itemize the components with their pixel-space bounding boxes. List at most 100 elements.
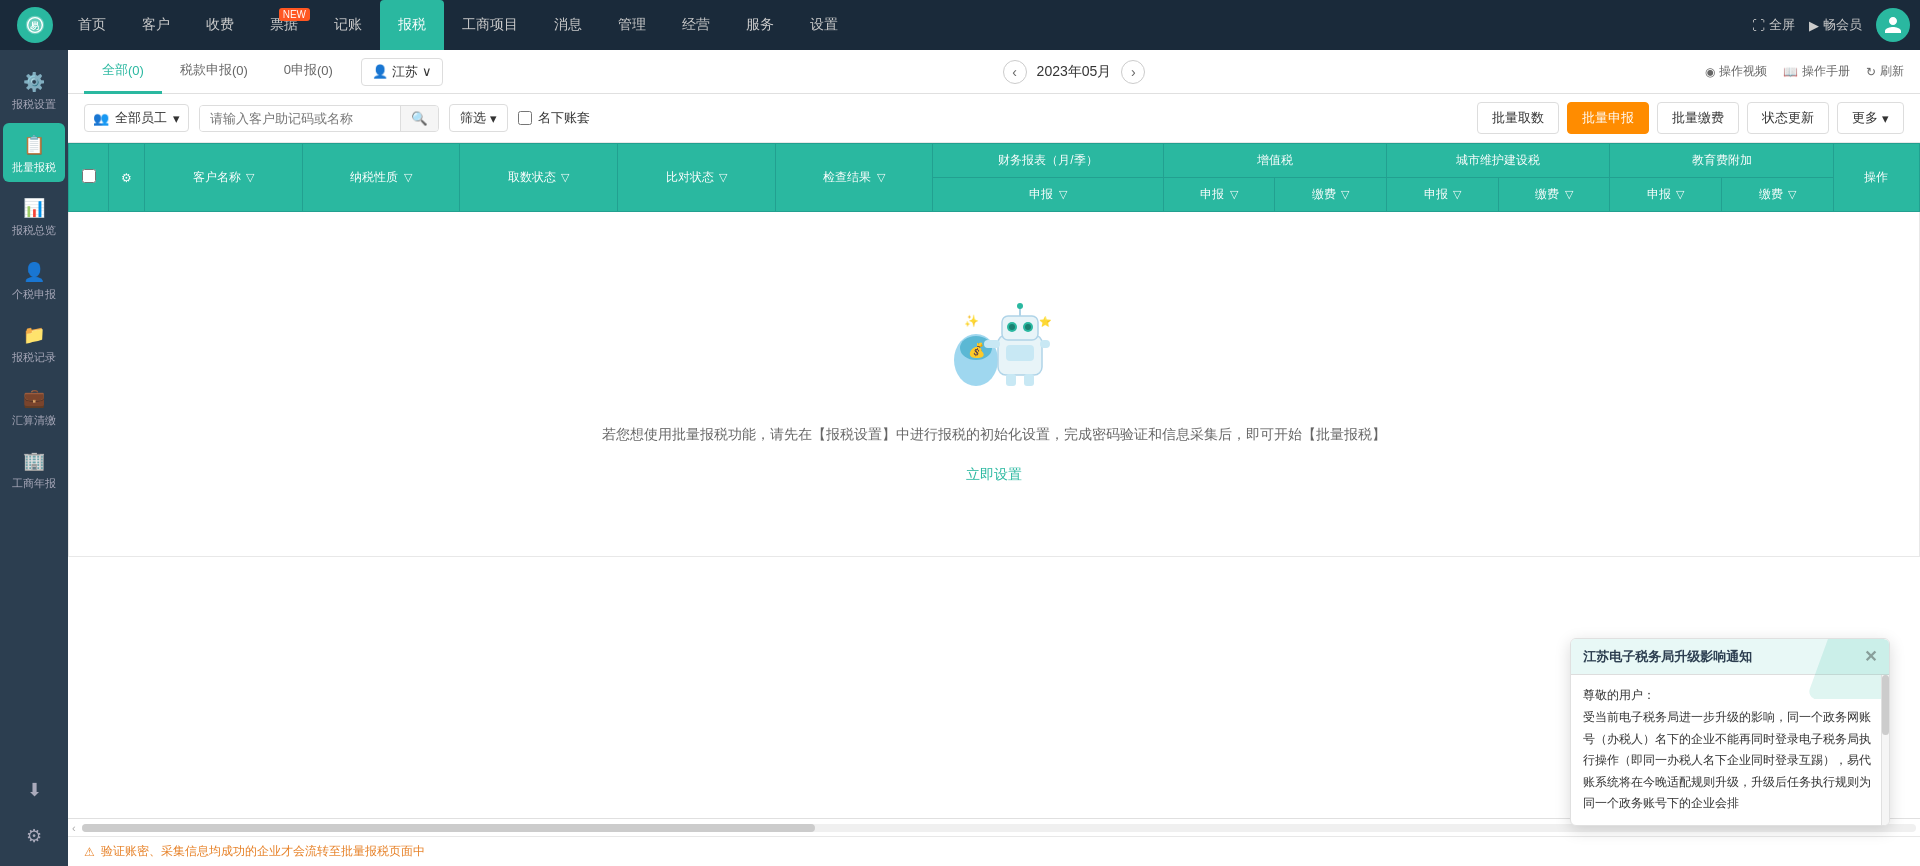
employee-filter[interactable]: 👥 全部员工 ▾ [84,104,189,132]
prev-month-btn[interactable]: ‹ [1003,60,1027,84]
svg-rect-16 [1006,374,1016,386]
logo[interactable]: 易 [10,0,60,50]
nav-home[interactable]: 首页 [60,0,124,50]
annual-settlement-icon: 💼 [22,386,46,410]
nav-settings[interactable]: 设置 [792,0,856,50]
customer-filter-icon[interactable]: ▽ [246,171,254,183]
search-wrapper: 🔍 [199,105,439,132]
vip-icon: ▶ [1809,18,1819,33]
nav-service[interactable]: 服务 [728,0,792,50]
fullscreen-btn[interactable]: ⛶ 全屏 [1752,16,1795,34]
sidebar-item-annual-report[interactable]: 🏢 工商年报 [3,439,65,498]
th-financial-report: 财务报表（月/季） [933,144,1163,178]
sidebar-item-tax-records[interactable]: 📁 报税记录 [3,313,65,372]
region-selector[interactable]: 👤 江苏 ∨ [361,58,443,86]
tab-tax-declare[interactable]: 税款申报 (0) [162,50,266,94]
select-all-checkbox[interactable] [82,169,96,183]
edu-declare-filter[interactable]: ▽ [1676,188,1684,200]
status-message: 验证账密、采集信息均成功的企业才会流转至批量报税页面中 [101,843,425,860]
sidebar-item-individual-tax[interactable]: 👤 个税申报 [3,250,65,309]
th-customer-name: 客户名称 ▽ [145,144,303,212]
scroll-left-arrow[interactable]: ‹ [72,822,76,834]
nav-invoice[interactable]: 票据 NEW [252,0,316,50]
th-education: 教育费附加 [1610,144,1833,178]
top-nav: 易 首页 客户 收费 票据 NEW 记账 报税 工商项目 消息 管理 [0,0,1920,50]
config-icon[interactable]: ⚙ [121,171,132,185]
status-bar: ⚠ 验证账密、采集信息均成功的企业才会流转至批量报税页面中 [68,836,1920,866]
tax-records-icon: 📁 [22,323,46,347]
sidebar-item-tax-settings[interactable]: ⚙️ 报税设置 [3,60,65,119]
nav-operation[interactable]: 经营 [664,0,728,50]
edu-pay-filter[interactable]: ▽ [1788,188,1796,200]
vat-pay-filter[interactable]: ▽ [1341,188,1349,200]
svg-rect-20 [1809,639,1889,699]
tab-bar: 全部 (0) 税款申报 (0) 0申报 (0) 👤 江苏 ∨ ‹ 2023年05… [68,50,1920,94]
nav-manage[interactable]: 管理 [600,0,664,50]
account-checkbox-label[interactable]: 名下账套 [518,109,590,127]
notif-scroll-thumb [1882,675,1889,735]
video-link[interactable]: ◉ 操作视频 [1705,63,1767,80]
individual-tax-icon: 👤 [22,260,46,284]
tab-all[interactable]: 全部 (0) [84,50,162,94]
svg-point-10 [1025,324,1031,330]
nav-customer[interactable]: 客户 [124,0,188,50]
manual-icon: 📖 [1783,65,1798,79]
taxtype-filter-icon[interactable]: ▽ [404,171,412,183]
vat-declare-filter[interactable]: ▽ [1230,188,1238,200]
th-check-result: 检查结果 ▽ [775,144,933,212]
date-nav: ‹ 2023年05月 › [1003,60,1146,84]
vip-btn[interactable]: ▶ 畅会员 [1809,16,1862,34]
warning-icon: ⚠ [84,845,95,859]
financial-declare-filter[interactable]: ▽ [1059,188,1067,200]
nav-items: 首页 客户 收费 票据 NEW 记账 报税 工商项目 消息 管理 经营 [60,0,1752,50]
th-checkbox [69,144,109,212]
sidebar-item-tax-overview[interactable]: 📊 报税总览 [3,186,65,245]
notification-panel: 江苏电子税务局升级影响通知 ✕ 尊敬的用户： 受当前电子税务局进一步升级的影响，… [1570,638,1890,826]
current-date: 2023年05月 [1037,63,1112,81]
filter-button[interactable]: 筛选 ▾ [449,104,508,132]
avatar[interactable] [1876,8,1910,42]
batch-pay-button[interactable]: 批量缴费 [1657,102,1739,134]
empty-state: 💰 [79,220,1909,548]
batch-declare-button[interactable]: 批量申报 [1567,102,1649,134]
sidebar-item-settings[interactable]: ⚙ [3,814,65,856]
account-checkbox[interactable] [518,111,532,125]
th-financial-declare: 申报 ▽ [933,178,1163,212]
comparestatus-filter-icon[interactable]: ▽ [719,171,727,183]
fetchstatus-filter-icon[interactable]: ▽ [561,171,569,183]
nav-business[interactable]: 工商项目 [444,0,536,50]
person-icon: 👤 [372,64,388,79]
refresh-link[interactable]: ↻ 刷新 [1866,63,1904,80]
nav-accounting[interactable]: 记账 [316,0,380,50]
nav-message[interactable]: 消息 [536,0,600,50]
setup-link[interactable]: 立即设置 [966,460,1022,488]
nav-tax[interactable]: 报税 [380,0,444,50]
sidebar-item-annual-settlement[interactable]: 💼 汇算清缴 [3,376,65,435]
search-button[interactable]: 🔍 [400,106,438,131]
checkresult-filter-icon[interactable]: ▽ [877,171,885,183]
search-input[interactable] [200,106,400,131]
notif-scrollbar[interactable] [1881,675,1889,825]
more-button[interactable]: 更多 ▾ [1837,102,1904,134]
th-config: ⚙ [109,144,145,212]
status-update-button[interactable]: 状态更新 [1747,102,1829,134]
refresh-icon: ↻ [1866,65,1876,79]
svg-rect-15 [1006,345,1034,361]
sidebar-item-download[interactable]: ⬇ [3,768,65,810]
tab-zero-declare[interactable]: 0申报 (0) [266,50,351,94]
manual-link[interactable]: 📖 操作手册 [1783,63,1850,80]
toolbar: 👥 全部员工 ▾ 🔍 筛选 ▾ 名下账套 批量取数 批量申报 批量缴费 状态更新 [68,94,1920,143]
svg-rect-17 [1024,374,1034,386]
empty-state-row: 💰 [69,212,1920,557]
th-vat-pay: 缴费 ▽ [1275,178,1387,212]
svg-point-12 [1017,303,1023,309]
empty-message: 若您想使用批量报税功能，请先在【报税设置】中进行报税的初始化设置，完成密码验证和… [602,420,1386,448]
nav-fee[interactable]: 收费 [188,0,252,50]
city-declare-filter[interactable]: ▽ [1453,188,1461,200]
sidebar-item-batch-tax[interactable]: 📋 批量报税 [3,123,65,182]
scroll-thumb[interactable] [82,824,816,832]
batch-fetch-button[interactable]: 批量取数 [1477,102,1559,134]
notification-title: 江苏电子税务局升级影响通知 [1583,648,1752,666]
next-month-btn[interactable]: › [1121,60,1145,84]
city-pay-filter[interactable]: ▽ [1565,188,1573,200]
